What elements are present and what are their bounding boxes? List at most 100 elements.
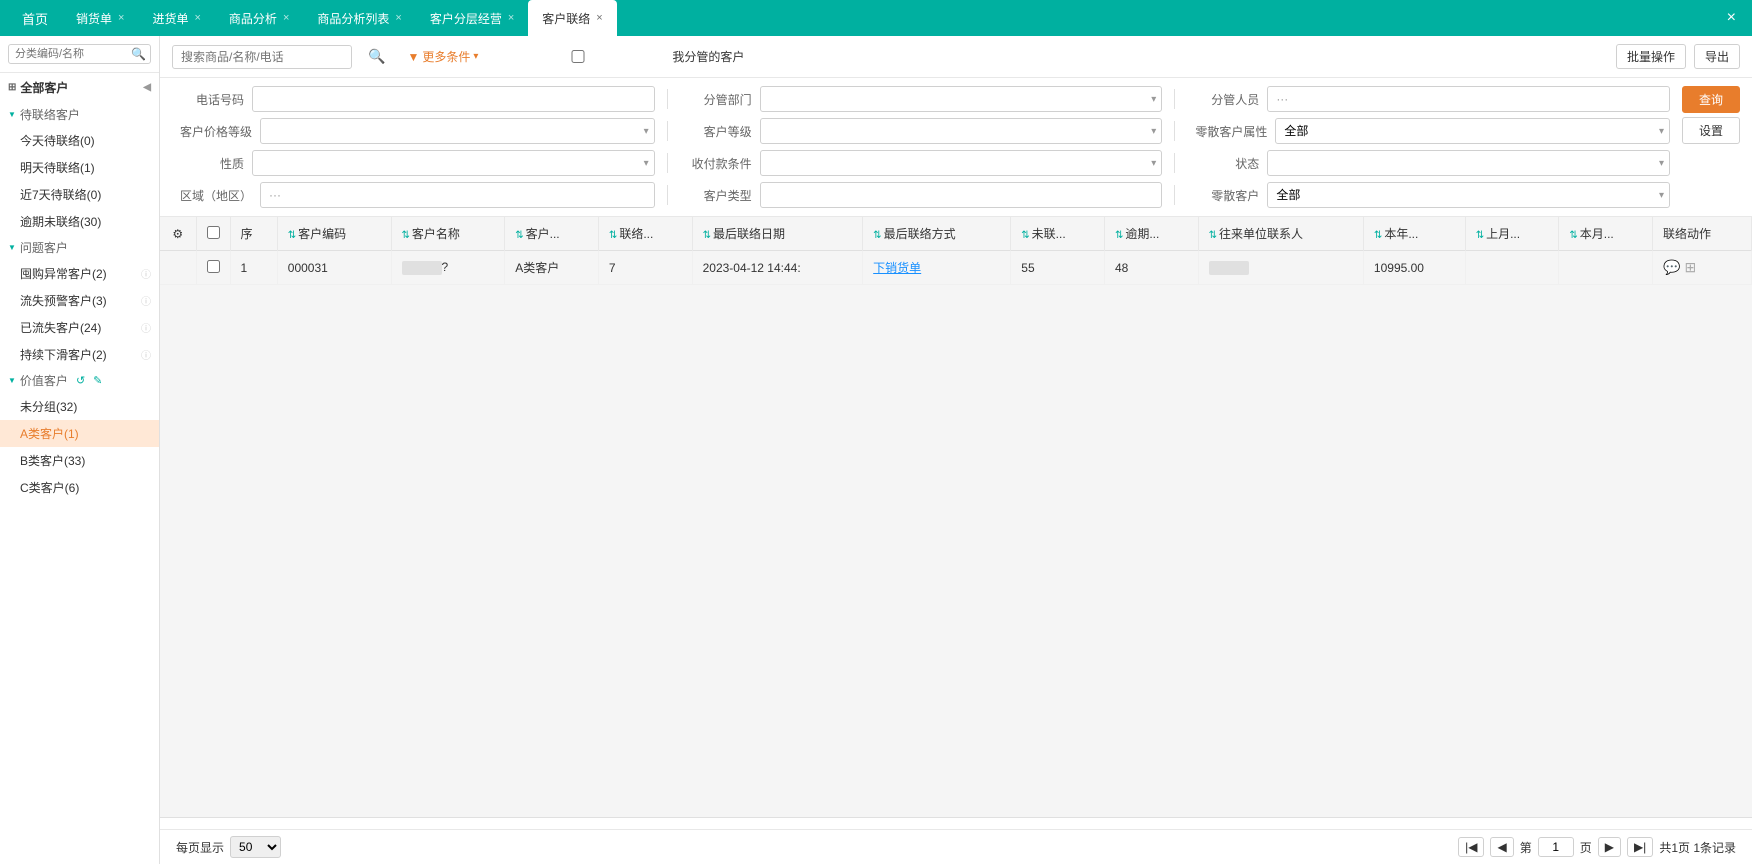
retail-attr-label: 零散客户属性 (1187, 123, 1275, 140)
sidebar-group-problem[interactable]: ▼ 问题客户 (0, 235, 159, 260)
nav-goods-analysis-list[interactable]: 商品分析列表 × (303, 0, 415, 36)
table-scroll[interactable]: ⚙ 序 ⇅客户编码 ⇅客户名称 ⇅客户... ⇅联络... ⇅最后联络日期 ⇅最… (160, 217, 1752, 817)
nav-customer-contact[interactable]: 客户联络 × (528, 0, 616, 36)
sidebar-item-tomorrow[interactable]: 明天待联络(1) (0, 154, 159, 181)
col-this-month[interactable]: ⇅本月... (1559, 217, 1653, 251)
select-all-checkbox[interactable] (207, 226, 220, 239)
next-page-btn[interactable]: ▶ (1598, 837, 1621, 857)
sidebar-item-a-class[interactable]: A类客户(1) (0, 420, 159, 447)
col-name[interactable]: ⇅客户名称 (391, 217, 505, 251)
col-gear[interactable]: ⚙ (160, 217, 196, 251)
nav-purchase[interactable]: 进货单 × (138, 0, 214, 36)
col-type[interactable]: ⇅客户... (505, 217, 599, 251)
search-input[interactable] (172, 45, 352, 69)
col-last-date[interactable]: ⇅最后联络日期 (692, 217, 863, 251)
nav-goods-analysis[interactable]: 商品分析 × (215, 0, 303, 36)
sidebar: 🔍 ⊞ 全部客户 ◀ ▼ 待联络客户 今天待联络(0) 明天待联络(1) 近7天… (0, 36, 160, 864)
export-button[interactable]: 导出 (1694, 44, 1740, 69)
col-code[interactable]: ⇅客户编码 (277, 217, 391, 251)
nav-customer-segment-close[interactable]: × (508, 12, 514, 24)
filter-row-4: 区域（地区） ··· 客户类型 零散客户 全部 (172, 182, 1670, 208)
retail-attr-select[interactable]: 全部 (1275, 118, 1670, 144)
nav-goods-analysis-list-close[interactable]: × (395, 12, 401, 24)
query-button[interactable]: 查询 (1682, 86, 1740, 113)
qr-icon[interactable]: ⊞ (1684, 259, 1696, 276)
top-nav: 首页 销货单 × 进货单 × 商品分析 × 商品分析列表 × 客户分层经营 × … (0, 0, 1752, 36)
col-checkbox[interactable] (196, 217, 230, 251)
nav-sales[interactable]: 销货单 × (62, 0, 138, 36)
price-level-select[interactable] (260, 118, 655, 144)
triangle-icon2: ▼ (8, 243, 16, 252)
batch-ops-button[interactable]: 批量操作 (1616, 44, 1686, 69)
cell-checkbox[interactable] (196, 251, 230, 285)
edit-icon[interactable]: ✎ (93, 374, 102, 387)
nature-select[interactable] (252, 150, 655, 176)
cell-liaison (1198, 251, 1363, 285)
col-uncontacted[interactable]: ⇅未联... (1011, 217, 1105, 251)
payment-select[interactable] (760, 150, 1163, 176)
last-method-link[interactable]: 下销货单 (873, 261, 921, 275)
sort-icon4: ⇅ (609, 230, 617, 241)
sidebar-item-overdue[interactable]: 逾期未联络(30) (0, 208, 159, 235)
sidebar-all-customers[interactable]: ⊞ 全部客户 ◀ (0, 73, 159, 102)
sidebar-group-value[interactable]: ▼ 价值客户 ↺ ✎ (0, 368, 159, 393)
sidebar-item-b-class[interactable]: B类客户(33) (0, 447, 159, 474)
row-checkbox[interactable] (207, 260, 220, 273)
sidebar-item-7days[interactable]: 近7天待联络(0) (0, 181, 159, 208)
sidebar-item-churn-warn[interactable]: 流失预警客户(3) ⓘ (0, 287, 159, 314)
col-liaison[interactable]: ⇅往来单位联系人 (1198, 217, 1363, 251)
table-footer: 每页显示 50 100 |◀ ◀ 第 页 ▶ ▶| 共1页 1条记录 (160, 829, 1752, 864)
sidebar-item-churned[interactable]: 已流失客户(24) ⓘ (0, 314, 159, 341)
filter-cell-cust-type: 客户类型 (680, 182, 1163, 208)
my-customers-checkbox[interactable]: 我分管的客户 (488, 48, 744, 65)
per-page-select[interactable]: 50 100 (230, 836, 281, 858)
cust-type-input[interactable] (760, 182, 1163, 208)
more-filters-btn[interactable]: ▼ 更多条件 ▾ (407, 48, 478, 65)
filter-cell-status: 状态 ▾ (1187, 150, 1670, 176)
phone-input[interactable] (252, 86, 655, 112)
close-all-tabs[interactable]: × (1719, 9, 1744, 27)
person-dots[interactable]: ··· (1267, 86, 1670, 112)
col-overdue[interactable]: ⇅逾期... (1104, 217, 1198, 251)
sidebar-group-pending[interactable]: ▼ 待联络客户 (0, 102, 159, 127)
customer-level-label: 客户等级 (680, 123, 760, 140)
sort-icon5: ⇅ (703, 230, 711, 241)
total-label: 共1页 1条记录 (1659, 839, 1736, 856)
first-page-btn[interactable]: |◀ (1458, 837, 1484, 857)
customer-level-select[interactable] (760, 118, 1163, 144)
sort-icon7: ⇅ (1021, 230, 1029, 241)
nav-customer-segment[interactable]: 客户分层经营 × (416, 0, 528, 36)
status-select[interactable] (1267, 150, 1670, 176)
col-last-month[interactable]: ⇅上月... (1465, 217, 1559, 251)
retail-attr-wrap: 全部 ▾ (1275, 118, 1670, 144)
col-contact[interactable]: ⇅联络... (598, 217, 692, 251)
page-number-input[interactable] (1538, 837, 1574, 857)
col-last-method[interactable]: ⇅最后联络方式 (863, 217, 1011, 251)
nav-home[interactable]: 首页 (8, 0, 62, 36)
last-page-btn[interactable]: ▶| (1627, 837, 1653, 857)
col-this-year[interactable]: ⇅本年... (1363, 217, 1465, 251)
nav-sales-close[interactable]: × (118, 12, 124, 24)
sidebar-search-input[interactable] (8, 44, 151, 64)
sidebar-item-today[interactable]: 今天待联络(0) (0, 127, 159, 154)
settings-button[interactable]: 设置 (1682, 117, 1740, 144)
filter-row-2: 客户价格等级 ▾ 客户等级 ▾ (172, 118, 1670, 144)
prev-page-btn[interactable]: ◀ (1490, 837, 1513, 857)
horizontal-scrollbar[interactable] (160, 817, 1752, 829)
nav-goods-analysis-close[interactable]: × (283, 12, 289, 24)
region-dots[interactable]: ··· (260, 182, 655, 208)
sidebar-item-declining[interactable]: 持续下滑客户(2) ⓘ (0, 341, 159, 368)
search-button[interactable]: 🔍 (356, 42, 397, 71)
message-icon[interactable]: 💬 (1663, 259, 1680, 276)
sidebar-item-ungrouped[interactable]: 未分组(32) (0, 393, 159, 420)
refresh-icon[interactable]: ↺ (76, 374, 85, 387)
sidebar-item-hoard[interactable]: 囤购异常客户(2) ⓘ (0, 260, 159, 287)
dept-select[interactable] (760, 86, 1163, 112)
sidebar-item-c-class[interactable]: C类客户(6) (0, 474, 159, 501)
retail-select[interactable]: 全部 (1267, 182, 1670, 208)
my-customers-check[interactable] (488, 50, 668, 63)
nav-purchase-close[interactable]: × (194, 12, 200, 24)
nav-customer-contact-close[interactable]: × (596, 12, 602, 24)
cell-last-method[interactable]: 下销货单 (863, 251, 1011, 285)
filter-actions: 批量操作 导出 (1616, 44, 1740, 69)
